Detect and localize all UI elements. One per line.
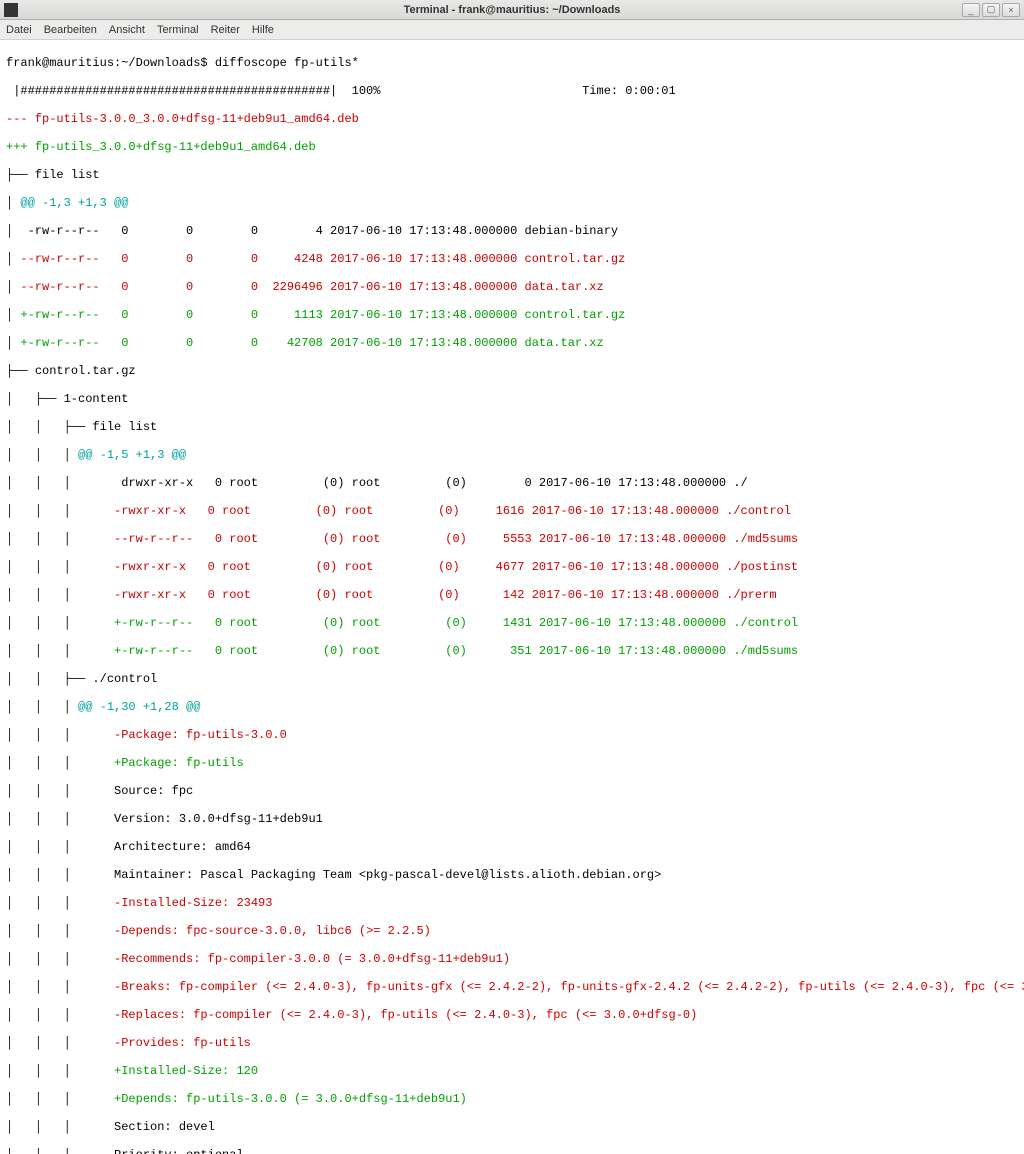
window-maximize-button[interactable]: ▢: [982, 3, 1000, 17]
progress-line: |#######################################…: [6, 84, 1018, 98]
diff-added: +Package: fp-utils: [78, 756, 244, 770]
diff-removed: -Package: fp-utils-3.0.0: [78, 728, 287, 742]
menu-terminal[interactable]: Terminal: [157, 24, 199, 36]
ctx-line: │ Version: 3.0.0+dfsg-11+deb9u1: [64, 812, 323, 826]
menu-help[interactable]: Hilfe: [252, 24, 274, 36]
window-title: Terminal - frank@mauritius: ~/Downloads: [0, 4, 1024, 16]
shell-command: diffoscope fp-utils*: [215, 56, 359, 70]
file-line: │ drwxr-xr-x 0 root (0) root (0) 0 2017-…: [64, 476, 748, 490]
section-file-list: file list: [92, 420, 157, 434]
menu-tabs[interactable]: Reiter: [211, 24, 240, 36]
ctx-line: │ Priority: optional: [64, 1148, 244, 1154]
diff-removed: --rw-r--r-- 0 0 0 4248 2017-06-10 17:13:…: [20, 252, 625, 266]
window-close-button[interactable]: ×: [1002, 3, 1020, 17]
section-file-list: file list: [35, 168, 100, 182]
diff-removed: -Installed-Size: 23493: [78, 896, 272, 910]
diff-removed: --rw-r--r-- 0 0 0 2296496 2017-06-10 17:…: [20, 280, 603, 294]
ctx-line: │ Architecture: amd64: [64, 840, 251, 854]
diff-added: +Installed-Size: 120: [78, 1064, 258, 1078]
section-dot-control: ./control: [92, 672, 157, 686]
ctx-line: │ Section: devel: [64, 1120, 215, 1134]
section-1-content: 1-content: [64, 392, 129, 406]
shell-prompt: frank@mauritius:~/Downloads$: [6, 56, 215, 70]
diff-added: +-rw-r--r-- 0 root (0) root (0) 351 2017…: [78, 644, 798, 658]
section-control-tgz: control.tar.gz: [35, 364, 136, 378]
tree-branch: ├──: [6, 168, 35, 182]
diff-minus-header: --- fp-utils-3.0.0_3.0.0+dfsg-11+deb9u1_…: [6, 112, 1018, 126]
diff-removed: -rwxr-xr-x 0 root (0) root (0) 4677 2017…: [78, 560, 798, 574]
diff-hunk: @@ -1,3 +1,3 @@: [20, 196, 128, 210]
diff-added: +-rw-r--r-- 0 0 0 1113 2017-06-10 17:13:…: [20, 308, 625, 322]
diff-removed: -Provides: fp-utils: [78, 1036, 251, 1050]
diff-added: +-rw-r--r-- 0 root (0) root (0) 1431 201…: [78, 616, 798, 630]
window-minimize-button[interactable]: _: [962, 3, 980, 17]
menu-edit[interactable]: Bearbeiten: [44, 24, 97, 36]
window-titlebar: Terminal - frank@mauritius: ~/Downloads …: [0, 0, 1024, 20]
menu-file[interactable]: Datei: [6, 24, 32, 36]
diff-removed: -rwxr-xr-x 0 root (0) root (0) 142 2017-…: [78, 588, 777, 602]
diff-removed: -Recommends: fp-compiler-3.0.0 (= 3.0.0+…: [78, 952, 510, 966]
terminal-output[interactable]: frank@mauritius:~/Downloads$ diffoscope …: [0, 40, 1024, 1154]
diff-removed: -Depends: fpc-source-3.0.0, libc6 (>= 2.…: [78, 924, 431, 938]
diff-added: +Depends: fp-utils-3.0.0 (= 3.0.0+dfsg-1…: [78, 1092, 467, 1106]
diff-added: +-rw-r--r-- 0 0 0 42708 2017-06-10 17:13…: [20, 336, 603, 350]
diff-hunk: @@ -1,30 +1,28 @@: [78, 700, 200, 714]
diff-removed: -rwxr-xr-x 0 root (0) root (0) 1616 2017…: [78, 504, 791, 518]
diff-removed: -Replaces: fp-compiler (<= 2.4.0-3), fp-…: [78, 1008, 697, 1022]
file-line: │ -rw-r--r-- 0 0 0 4 2017-06-10 17:13:48…: [6, 224, 1018, 238]
diff-plus-header: +++ fp-utils_3.0.0+dfsg-11+deb9u1_amd64.…: [6, 140, 1018, 154]
ctx-line: │ Maintainer: Pascal Packaging Team <pkg…: [64, 868, 662, 882]
diff-hunk: @@ -1,5 +1,3 @@: [78, 448, 186, 462]
diff-removed: -Breaks: fp-compiler (<= 2.4.0-3), fp-un…: [78, 980, 1024, 994]
menu-view[interactable]: Ansicht: [109, 24, 145, 36]
menu-bar: Datei Bearbeiten Ansicht Terminal Reiter…: [0, 20, 1024, 40]
ctx-line: │ Source: fpc: [64, 784, 194, 798]
diff-removed: --rw-r--r-- 0 root (0) root (0) 5553 201…: [78, 532, 798, 546]
